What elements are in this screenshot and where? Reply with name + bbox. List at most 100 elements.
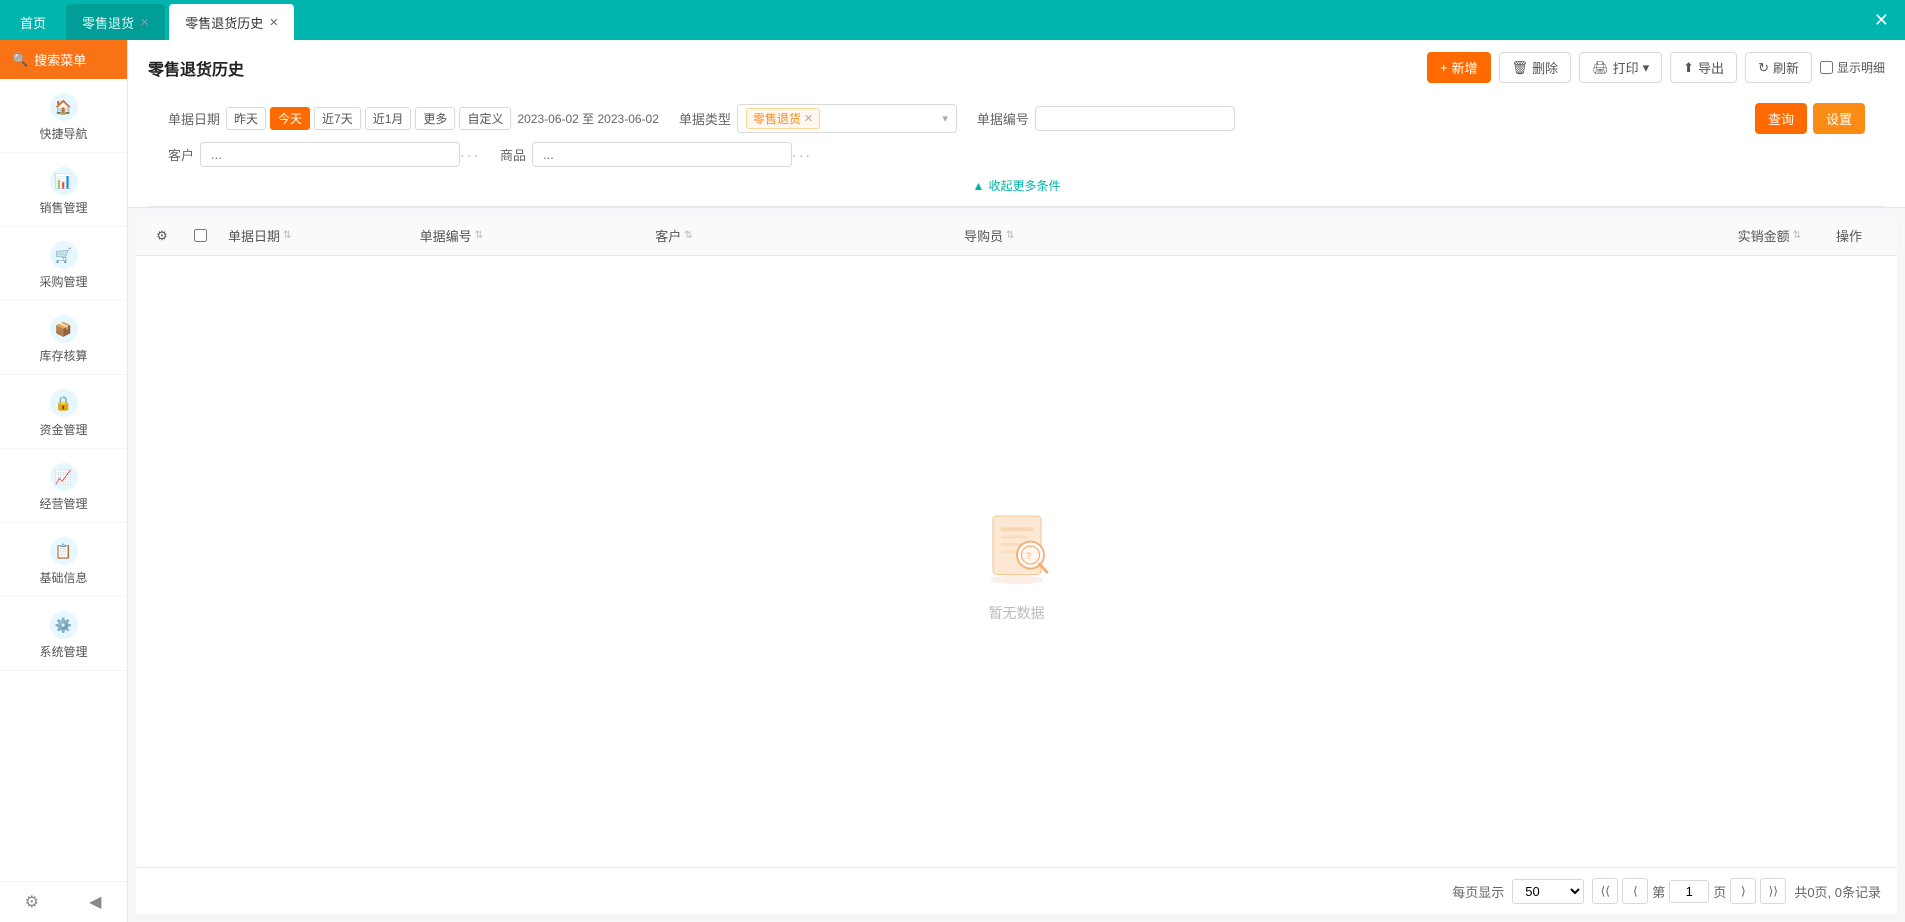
per-page-label: 每页显示 bbox=[1452, 882, 1504, 901]
tab-retail-return[interactable]: 零售退货 ✕ bbox=[66, 4, 165, 40]
th-check bbox=[180, 229, 220, 242]
tab-retail-return-close[interactable]: ✕ bbox=[140, 16, 149, 29]
sidebar: 🔍 搜索菜单 🏠 快捷导航 📊 销售管理 🛒 采购管理 📦 库存核算 🔒 资金管… bbox=[0, 40, 128, 922]
date-btn-today[interactable]: 今天 bbox=[270, 107, 310, 130]
toolbar: + 新增 🗑 删除 🖨 打印 ▾ ⬆ 导出 bbox=[1427, 52, 1885, 83]
sidebar-item-sales[interactable]: 📊 销售管理 bbox=[0, 153, 127, 227]
sidebar-item-finance-label: 资金管理 bbox=[39, 421, 87, 438]
page-header: 零售退货历史 + 新增 🗑 删除 🖨 打印 ▾ bbox=[128, 40, 1905, 208]
window-close-button[interactable]: ✕ bbox=[1858, 10, 1905, 31]
inventory-icon: 📦 bbox=[50, 315, 78, 343]
sidebar-item-quick-nav[interactable]: 🏠 快捷导航 bbox=[0, 79, 127, 153]
goods-input[interactable] bbox=[532, 142, 792, 167]
sidebar-item-basic-info-label: 基础信息 bbox=[39, 569, 87, 586]
refresh-button[interactable]: ↻ 刷新 bbox=[1745, 52, 1812, 83]
doc-type-label: 单据类型 bbox=[679, 109, 731, 128]
show-detail-label: 显示明细 bbox=[1837, 59, 1885, 76]
sidebar-item-finance[interactable]: 🔒 资金管理 bbox=[0, 375, 127, 449]
sidebar-item-quick-nav-label: 快捷导航 bbox=[39, 125, 87, 142]
date-btn-1month[interactable]: 近1月 bbox=[365, 107, 412, 130]
show-detail-checkbox[interactable]: 显示明细 bbox=[1820, 59, 1885, 76]
tab-retail-return-history-close[interactable]: ✕ bbox=[269, 16, 278, 29]
refresh-icon: ↻ bbox=[1758, 60, 1769, 76]
th-guide[interactable]: 导购员 ⇅ bbox=[956, 226, 1192, 245]
pagination: 每页显示 50 100 200 ⟨⟨ ⟨ 第 页 ⟩ ⟩⟩ 共0页, 0条记录 bbox=[136, 867, 1897, 914]
last-page-button[interactable]: ⟩⟩ bbox=[1760, 878, 1786, 904]
settings-icon: ⚙ bbox=[156, 228, 168, 244]
customer-label: 客户 bbox=[168, 145, 194, 164]
goods-dots-icon: ··· bbox=[792, 147, 812, 163]
sidebar-item-inventory-label: 库存核算 bbox=[39, 347, 87, 364]
doc-type-tag-close[interactable]: ✕ bbox=[804, 112, 813, 125]
new-icon: + bbox=[1440, 60, 1448, 75]
sidebar-item-operations-label: 经营管理 bbox=[39, 495, 87, 512]
th-customer[interactable]: 客户 ⇅ bbox=[647, 226, 956, 245]
new-label: 新增 bbox=[1452, 58, 1478, 77]
tab-retail-return-label: 零售退货 bbox=[82, 13, 134, 32]
sidebar-item-operations[interactable]: 📈 经营管理 bbox=[0, 449, 127, 523]
th-customer-sort-icon: ⇅ bbox=[684, 230, 692, 241]
filter-row-1: 单据日期 昨天 今天 近7天 近1月 更多 自定义 2023-06-02 至 2… bbox=[168, 103, 1865, 134]
collapse-button[interactable]: ▲ 收起更多条件 bbox=[963, 175, 1071, 196]
delete-button[interactable]: 🗑 删除 bbox=[1499, 52, 1572, 83]
date-buttons: 昨天 今天 近7天 近1月 更多 自定义 bbox=[226, 107, 511, 130]
finance-icon: 🔒 bbox=[50, 389, 78, 417]
date-btn-more[interactable]: 更多 bbox=[415, 107, 455, 130]
th-date[interactable]: 单据日期 ⇅ bbox=[220, 226, 412, 245]
show-detail-input[interactable] bbox=[1820, 61, 1833, 74]
doc-type-select[interactable]: 零售退货 ✕ ▾ bbox=[737, 104, 957, 133]
sidebar-collapse-button[interactable]: ◀ bbox=[64, 892, 128, 912]
date-btn-7days[interactable]: 近7天 bbox=[314, 107, 361, 130]
sidebar-item-system[interactable]: ⚙️ 系统管理 bbox=[0, 597, 127, 671]
date-btn-yesterday[interactable]: 昨天 bbox=[226, 107, 266, 130]
th-num-sort-icon: ⇅ bbox=[475, 230, 483, 241]
page-number-input[interactable] bbox=[1669, 880, 1709, 903]
next-page-button[interactable]: ⟩ bbox=[1730, 878, 1756, 904]
print-button[interactable]: 🖨 打印 ▾ bbox=[1579, 52, 1662, 83]
sidebar-item-basic-info[interactable]: 📋 基础信息 bbox=[0, 523, 127, 597]
doc-num-input[interactable] bbox=[1035, 106, 1235, 131]
delete-icon: 🗑 bbox=[1512, 60, 1529, 76]
basic-info-icon: 📋 bbox=[50, 537, 78, 565]
select-all-checkbox[interactable] bbox=[194, 229, 207, 242]
sidebar-search[interactable]: 🔍 搜索菜单 bbox=[0, 40, 127, 79]
goods-label: 商品 bbox=[500, 145, 526, 164]
doc-type-tag: 零售退货 ✕ bbox=[746, 108, 820, 129]
purchase-icon: 🛒 bbox=[50, 241, 78, 269]
refresh-label: 刷新 bbox=[1773, 58, 1799, 77]
th-action: 操作 bbox=[1809, 226, 1889, 245]
doc-type-filter-group: 单据类型 零售退货 ✕ ▾ bbox=[679, 104, 957, 133]
date-btn-custom[interactable]: 自定义 bbox=[459, 107, 511, 130]
first-page-button[interactable]: ⟨⟨ bbox=[1592, 878, 1618, 904]
doc-num-filter-group: 单据编号 bbox=[977, 106, 1235, 131]
date-range-text: 2023-06-02 至 2023-06-02 bbox=[517, 110, 658, 127]
sidebar-item-purchase[interactable]: 🛒 采购管理 bbox=[0, 227, 127, 301]
tab-retail-return-history[interactable]: 零售退货历史 ✕ bbox=[169, 4, 294, 40]
th-settings[interactable]: ⚙ bbox=[144, 228, 180, 244]
th-date-sort-icon: ⇅ bbox=[283, 230, 291, 241]
th-num[interactable]: 单据编号 ⇅ bbox=[412, 226, 648, 245]
customer-input[interactable] bbox=[200, 142, 460, 167]
print-icon: 🖨 bbox=[1592, 60, 1609, 76]
th-amount[interactable]: 实销金额 ⇅ bbox=[1647, 226, 1809, 245]
export-button[interactable]: ⬆ 导出 bbox=[1670, 52, 1737, 83]
sidebar-settings-button[interactable]: ⚙ bbox=[0, 892, 64, 912]
print-chevron-icon: ▾ bbox=[1643, 60, 1650, 76]
tab-home[interactable]: 首页 bbox=[4, 4, 62, 40]
filter-collapse-row: ▲ 收起更多条件 bbox=[168, 175, 1865, 196]
setting-button[interactable]: 设置 bbox=[1813, 103, 1865, 134]
table-area: ⚙ 单据日期 ⇅ 单据编号 ⇅ 客户 ⇅ 导购员 bbox=[136, 216, 1897, 867]
sidebar-item-sales-label: 销售管理 bbox=[39, 199, 87, 216]
operations-icon: 📈 bbox=[50, 463, 78, 491]
top-bar: 首页 零售退货 ✕ 零售退货历史 ✕ ✕ bbox=[0, 0, 1905, 40]
customer-select-wrapper: ··· bbox=[200, 142, 480, 167]
main-content: 零售退货历史 + 新增 🗑 删除 🖨 打印 ▾ bbox=[128, 40, 1905, 922]
sales-icon: 📊 bbox=[50, 167, 78, 195]
per-page-select[interactable]: 50 100 200 bbox=[1512, 879, 1584, 904]
new-button[interactable]: + 新增 bbox=[1427, 52, 1491, 83]
page-title-row: 零售退货历史 + 新增 🗑 删除 🖨 打印 ▾ bbox=[148, 52, 1885, 83]
prev-page-button[interactable]: ⟨ bbox=[1622, 878, 1648, 904]
sidebar-item-inventory[interactable]: 📦 库存核算 bbox=[0, 301, 127, 375]
query-button[interactable]: 查询 bbox=[1755, 103, 1807, 134]
tab-retail-return-history-label: 零售退货历史 bbox=[185, 13, 263, 32]
